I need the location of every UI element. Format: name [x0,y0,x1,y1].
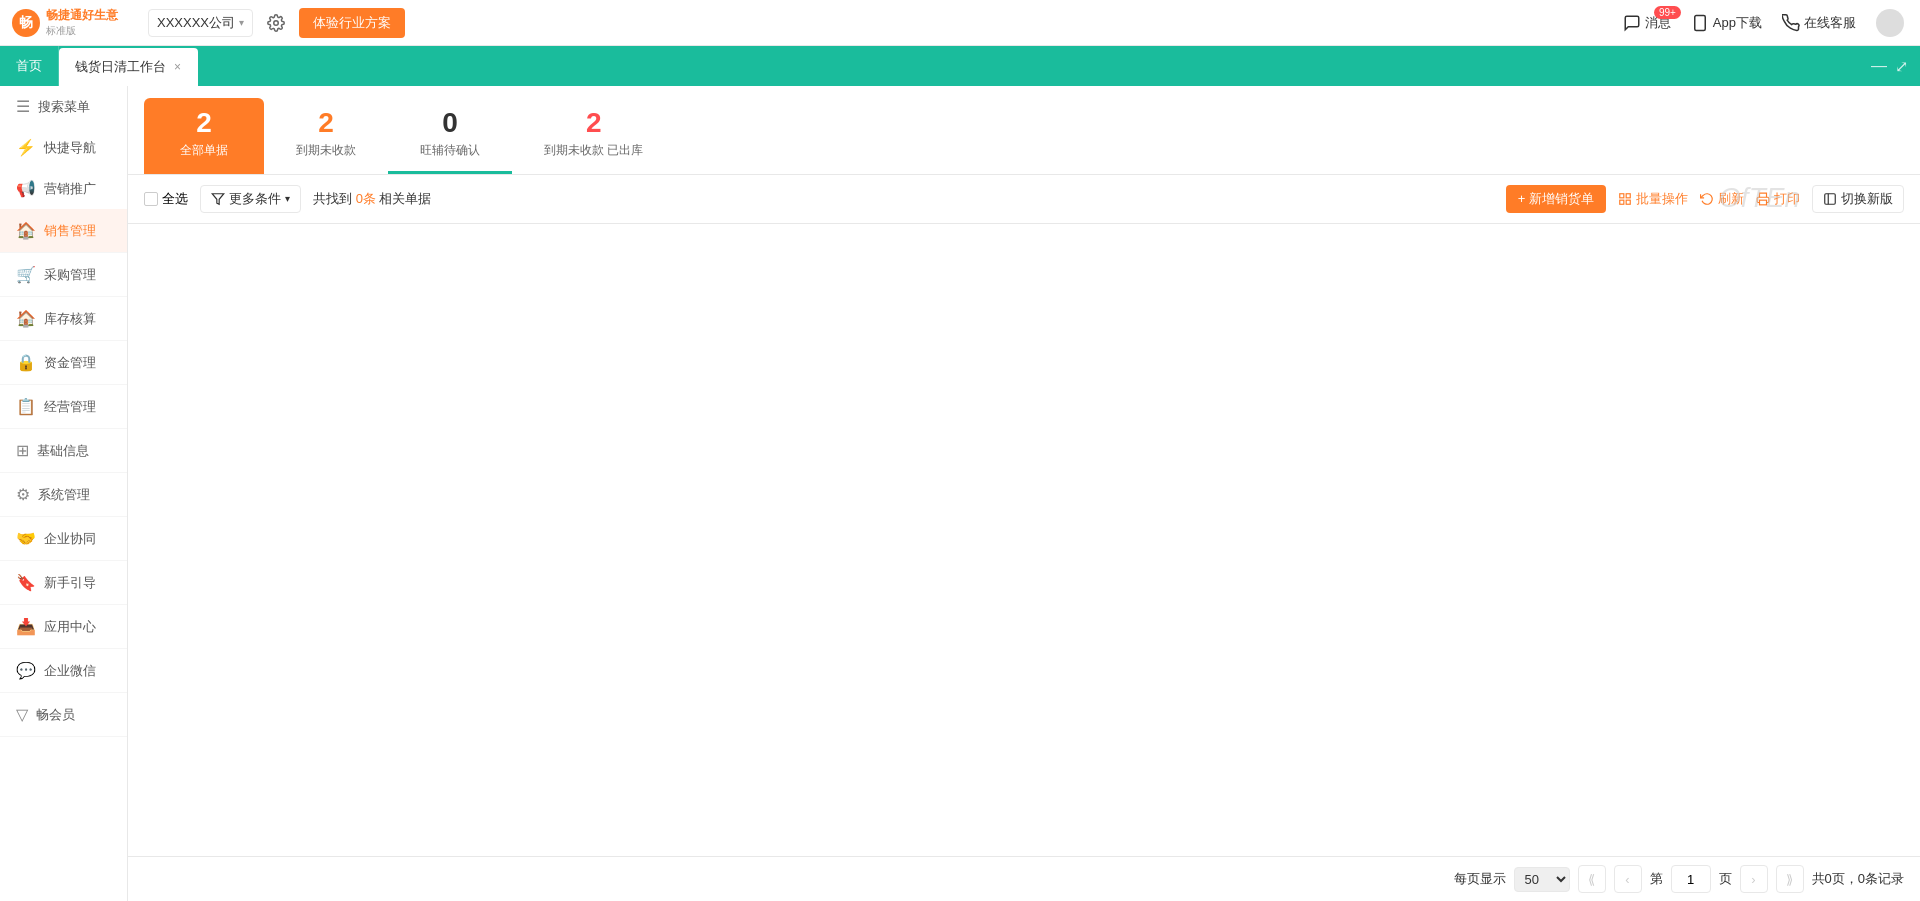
print-btn[interactable]: 打印 [1756,190,1800,208]
marketing-icon: 📢 [16,179,36,198]
add-sale-order-btn[interactable]: + 新增销货单 [1506,185,1606,213]
basic-info-icon: ⊞ [16,441,29,460]
stat-count-wangfu: 0 [442,106,458,140]
pagination: 每页显示 50 100 200 ⟪ ‹ 第 页 › ⟫ 共0页，0条记录 [128,856,1920,901]
chevron-down-icon: ▾ [285,193,290,204]
toolbar-right: + 新增销货单 批量操作 刷新 [1506,185,1904,213]
sidebar-item-system[interactable]: ⚙ 系统管理 [0,473,127,517]
sidebar-item-guide[interactable]: 🔖 新手引导 [0,561,127,605]
found-count: 0条 [356,191,376,206]
prev-page-btn[interactable]: ‹ [1614,865,1642,893]
online-service-btn[interactable]: 在线客服 [1782,14,1856,32]
sidebar-item-app-center[interactable]: 📥 应用中心 [0,605,127,649]
stat-count-overdue-shipped: 2 [586,106,602,140]
search-icon: ☰ [16,97,30,116]
tab-qianhuoriqing[interactable]: 钱货日清工作台 × [59,48,198,86]
purchase-icon: 🛒 [16,265,36,284]
stat-tab-wangfu[interactable]: 0 旺辅待确认 [388,98,512,174]
toolbar: 全选 更多条件 ▾ 共找到 0条 相关单据 + 新增销货单 [128,175,1920,224]
sidebar-item-inventory[interactable]: 🏠 库存核算 [0,297,127,341]
enterprise-icon: 🤝 [16,529,36,548]
stat-label-wangfu: 旺辅待确认 [420,142,480,159]
sidebar-item-quick-nav[interactable]: ⚡ 快捷导航 [0,127,127,168]
capital-icon: 🔒 [16,353,36,372]
first-page-btn[interactable]: ⟪ [1578,865,1606,893]
sidebar-item-enterprise[interactable]: 🤝 企业协同 [0,517,127,561]
stat-tab-all[interactable]: 2 全部单据 [144,98,264,174]
stat-label-overdue: 到期未收款 [296,142,356,159]
sidebar-item-operations[interactable]: 📋 经营管理 [0,385,127,429]
stat-count-overdue: 2 [318,106,334,140]
guide-icon: 🔖 [16,573,36,592]
user-avatar [1876,9,1904,37]
found-text: 共找到 0条 相关单据 [313,190,431,208]
svg-rect-5 [1626,193,1630,197]
total-records: 共0页，0条记录 [1812,870,1904,888]
logo-text: 畅捷通好生意 标准版 [46,7,118,38]
logo-icon: 畅 [12,9,40,37]
stat-tab-overdue-shipped[interactable]: 2 到期未收款 已出库 [512,98,675,174]
sidebar-item-marketing[interactable]: 📢 营销推广 [0,168,127,209]
message-badge: 99+ [1654,6,1681,19]
sidebar-item-capital[interactable]: 🔒 资金管理 [0,341,127,385]
system-icon: ⚙ [16,485,30,504]
header-right: 消息 99+ App下载 在线客服 [1623,9,1908,37]
switch-new-version-btn[interactable]: 切换新版 [1812,185,1904,213]
svg-rect-7 [1620,200,1624,204]
stat-count-all: 2 [196,106,212,140]
last-page-btn[interactable]: ⟫ [1776,865,1804,893]
table-area [128,224,1920,856]
tab-minimize-icon[interactable]: — [1871,57,1887,75]
tab-maximize-icon[interactable]: ⤢ [1895,57,1908,76]
app-download-btn[interactable]: App下载 [1691,14,1762,32]
chevron-down-icon: ▾ [239,17,244,28]
batch-operation-btn[interactable]: 批量操作 [1618,190,1688,208]
stat-label-overdue-shipped: 到期未收款 已出库 [544,142,643,159]
svg-rect-6 [1626,200,1630,204]
member-icon: ▽ [16,705,28,724]
quick-nav-icon: ⚡ [16,138,36,157]
main-layout: ☰ 搜索菜单 ⚡ 快捷导航 📢 营销推广 🏠 销售管理 🛒 采购管理 🏠 库存核… [0,86,1920,901]
stat-label-all: 全部单据 [180,142,228,159]
company-selector[interactable]: XXXXXX公司 ▾ [148,9,253,37]
sidebar-item-basic-info[interactable]: ⊞ 基础信息 [0,429,127,473]
svg-rect-4 [1620,193,1624,197]
filter-btn[interactable]: 更多条件 ▾ [200,185,301,213]
avatar[interactable] [1876,9,1908,37]
sidebar-item-search[interactable]: ☰ 搜索菜单 [0,86,127,127]
content-area: 2 全部单据 2 到期未收款 0 旺辅待确认 2 到期未收款 已出库 全选 [128,86,1920,901]
stat-tab-overdue[interactable]: 2 到期未收款 [264,98,388,174]
sidebar: ☰ 搜索菜单 ⚡ 快捷导航 📢 营销推广 🏠 销售管理 🛒 采购管理 🏠 库存核… [0,86,128,901]
svg-point-0 [274,20,279,25]
checkbox-icon [144,192,158,206]
experience-btn[interactable]: 体验行业方案 [299,8,405,38]
tab-right-controls: — ⤢ [1871,57,1920,76]
select-all-checkbox[interactable]: 全选 [144,190,188,208]
svg-marker-3 [212,193,224,204]
tab-home[interactable]: 首页 [0,46,59,86]
wechat-icon: 💬 [16,661,36,680]
tab-close-icon[interactable]: × [174,60,181,74]
operations-icon: 📋 [16,397,36,416]
sidebar-item-member[interactable]: ▽ 畅会员 [0,693,127,737]
settings-icon[interactable] [261,8,291,38]
sidebar-item-wechat[interactable]: 💬 企业微信 [0,649,127,693]
sidebar-item-purchase[interactable]: 🛒 采购管理 [0,253,127,297]
stats-tabs: 2 全部单据 2 到期未收款 0 旺辅待确认 2 到期未收款 已出库 [128,86,1920,175]
app-center-icon: 📥 [16,617,36,636]
inventory-icon: 🏠 [16,309,36,328]
page-input[interactable] [1671,865,1711,893]
next-page-btn[interactable]: › [1740,865,1768,893]
top-header: 畅 畅捷通好生意 标准版 XXXXXX公司 ▾ 体验行业方案 消息 99+ [0,0,1920,46]
message-btn[interactable]: 消息 99+ [1623,14,1671,32]
svg-rect-9 [1825,193,1836,204]
page-size-select[interactable]: 50 100 200 [1514,867,1570,892]
svg-rect-8 [1760,200,1767,205]
sales-icon: 🏠 [16,221,36,240]
tab-bar: 首页 钱货日清工作台 × — ⤢ [0,46,1920,86]
logo-area: 畅 畅捷通好生意 标准版 [12,7,140,38]
refresh-btn[interactable]: 刷新 [1700,190,1744,208]
sidebar-item-sales[interactable]: 🏠 销售管理 [0,209,127,253]
